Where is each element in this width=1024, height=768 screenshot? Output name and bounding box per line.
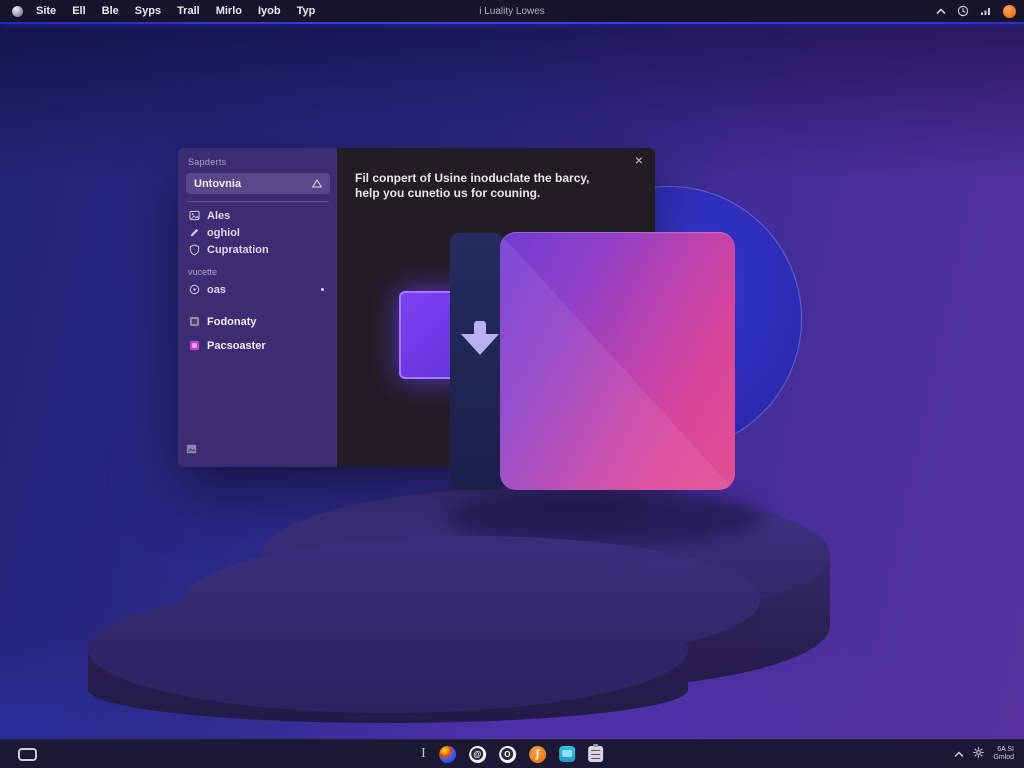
wall-light-edge bbox=[0, 22, 1024, 24]
menubar-title: i Luality Lowes bbox=[479, 5, 545, 17]
menu-item-ell[interactable]: Ell bbox=[72, 5, 85, 17]
sidebar-divider bbox=[187, 201, 329, 202]
launcher-outline-icon[interactable] bbox=[18, 748, 37, 761]
menu-item-iyob[interactable]: Iyob bbox=[258, 5, 281, 17]
menu-item-site[interactable]: Site bbox=[36, 5, 56, 17]
sidebar-item-selected[interactable]: Untovnia bbox=[186, 173, 330, 194]
system-logo-icon[interactable] bbox=[12, 5, 23, 17]
sidebar-item-label: Fodonaty bbox=[207, 315, 257, 328]
at-app-icon[interactable] bbox=[468, 745, 486, 763]
close-icon[interactable]: × bbox=[631, 152, 647, 168]
sidebar-item-oghiol[interactable]: oghiol bbox=[186, 224, 330, 241]
app-pink-icon bbox=[189, 340, 200, 351]
warning-triangle-icon bbox=[312, 175, 322, 193]
download-arrow-icon bbox=[461, 321, 499, 357]
app-grey-icon bbox=[189, 316, 200, 327]
sidebar-header: Sapderts bbox=[188, 157, 227, 167]
sidebar-item-oas[interactable]: oas bbox=[186, 281, 330, 298]
clock-date: Gmlod bbox=[993, 754, 1014, 761]
sidebar-item-cupratation[interactable]: Cupratation bbox=[186, 241, 330, 258]
menu-item-trall[interactable]: Trall bbox=[177, 5, 200, 17]
at-glyph bbox=[471, 748, 484, 760]
text-cursor-icon[interactable] bbox=[421, 747, 426, 761]
disc-icon bbox=[189, 284, 200, 295]
user-avatar[interactable] bbox=[1003, 4, 1016, 18]
menu-item-mirlo[interactable]: Mirlo bbox=[216, 5, 242, 17]
image-icon bbox=[189, 210, 200, 221]
sidebar-item-pacsoaster[interactable]: Pacsoaster bbox=[186, 336, 330, 355]
sidebar-item-label: Ales bbox=[207, 209, 231, 222]
dock bbox=[421, 740, 603, 768]
target-app-icon[interactable] bbox=[498, 745, 516, 763]
phone-slab bbox=[450, 233, 503, 490]
pink-cube bbox=[500, 232, 735, 490]
clock-icon[interactable] bbox=[957, 5, 969, 17]
clipboard-app-icon[interactable] bbox=[587, 744, 603, 762]
files-app-icon[interactable] bbox=[558, 746, 575, 762]
menubar-tray bbox=[936, 0, 1016, 22]
sidebar-selected-label: Untovnia bbox=[194, 177, 242, 190]
menubar: Site Ell Ble Syps Trall Mirlo Iyob Typ i… bbox=[0, 0, 1024, 22]
integral-app-icon[interactable] bbox=[528, 745, 546, 763]
sidebar-section-label: vucette bbox=[188, 267, 218, 277]
sidebar-item-ales[interactable]: Ales bbox=[186, 207, 330, 224]
menu-items: Site Ell Ble Syps Trall Mirlo Iyob Typ bbox=[36, 5, 315, 17]
download-arrow-head bbox=[461, 334, 499, 355]
chevron-up-icon[interactable] bbox=[936, 7, 946, 15]
dialog-sidebar: Sapderts Untovnia Ales oghiol Cupratatio… bbox=[178, 148, 337, 467]
chevron-up-icon[interactable] bbox=[954, 745, 964, 763]
sidebar-item-fodonaty[interactable]: Fodonaty bbox=[186, 312, 330, 331]
menu-item-syps[interactable]: Syps bbox=[135, 5, 161, 17]
sidebar-item-label: Cupratation bbox=[207, 243, 269, 256]
firefox-icon[interactable] bbox=[438, 745, 456, 763]
signal-bars-icon[interactable] bbox=[980, 6, 992, 16]
taskbar-right: 6A SI Gmlod bbox=[954, 740, 1014, 768]
sidebar-item-label: oghiol bbox=[207, 226, 240, 239]
sidebar-footer: Fodonaty Pacsoaster bbox=[186, 312, 330, 355]
sidebar-item-label: oas bbox=[207, 283, 226, 296]
notification-dot bbox=[321, 288, 324, 291]
menu-item-typ[interactable]: Typ bbox=[297, 5, 316, 17]
menu-item-ble[interactable]: Ble bbox=[102, 5, 119, 17]
pen-icon bbox=[190, 228, 199, 237]
thumbnail-icon[interactable] bbox=[186, 441, 197, 459]
clock-time: 6A SI bbox=[997, 746, 1014, 753]
dialog-message: Fil conpert of Usine inoduclate the barc… bbox=[355, 171, 590, 200]
sidebar-item-label: Pacsoaster bbox=[207, 339, 266, 352]
o-glyph bbox=[501, 748, 514, 760]
taskbar: 6A SI Gmlod bbox=[0, 739, 1024, 768]
shield-icon bbox=[189, 243, 200, 255]
gear-icon[interactable] bbox=[973, 745, 985, 763]
bottom-step-top bbox=[88, 585, 688, 713]
taskbar-clock[interactable]: 6A SI Gmlod bbox=[993, 746, 1014, 762]
